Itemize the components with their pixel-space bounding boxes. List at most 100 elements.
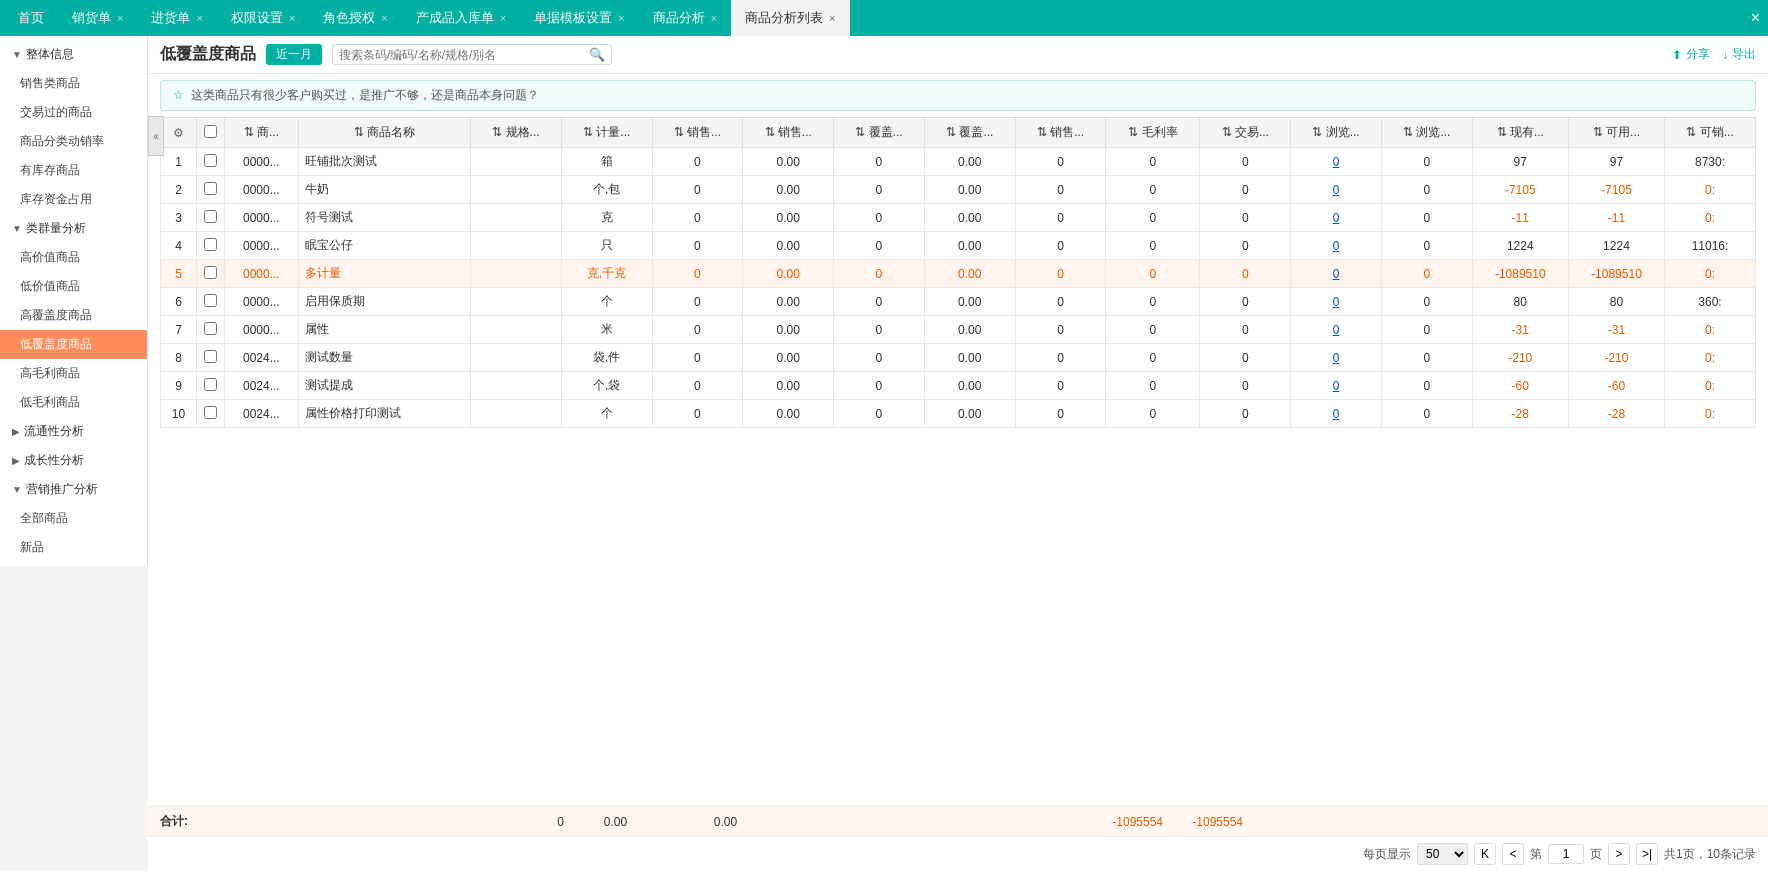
cell-check[interactable]: [197, 176, 225, 204]
cell-check[interactable]: [197, 204, 225, 232]
period-button[interactable]: 近一月: [266, 44, 322, 65]
th-check[interactable]: [197, 118, 225, 148]
row-checkbox[interactable]: [204, 266, 217, 279]
sort-b2-icon[interactable]: ⇅: [1403, 125, 1413, 139]
cell-br1[interactable]: 0: [1291, 232, 1382, 260]
nav-tab-product-in[interactable]: 产成品入库单 ×: [402, 0, 520, 36]
nav-tab-analysis[interactable]: 商品分析 ×: [639, 0, 731, 36]
cell-br1[interactable]: 0: [1291, 148, 1382, 176]
cell-br1[interactable]: 0: [1291, 204, 1382, 232]
row-checkbox[interactable]: [204, 406, 217, 419]
row-checkbox[interactable]: [204, 378, 217, 391]
settings-icon[interactable]: ⚙: [173, 126, 184, 140]
close-template-icon[interactable]: ×: [618, 12, 624, 24]
sidebar-section-marketing[interactable]: ▼ 营销推广分析: [0, 475, 147, 504]
cell-check[interactable]: [197, 316, 225, 344]
sidebar-item-high-coverage[interactable]: 高覆盖度商品: [0, 301, 147, 330]
page-size-select[interactable]: 50 20 100: [1417, 843, 1468, 865]
cell-check[interactable]: [197, 232, 225, 260]
row-checkbox[interactable]: [204, 238, 217, 251]
sort-unit-icon[interactable]: ⇅: [583, 125, 593, 139]
sort-b1-icon[interactable]: ⇅: [1312, 125, 1322, 139]
cell-br1[interactable]: 0: [1291, 400, 1382, 428]
sidebar-item-capital[interactable]: 库存资金占用: [0, 185, 147, 214]
sort-sa-icon[interactable]: ⇅: [765, 125, 775, 139]
sidebar-item-low-value[interactable]: 低价值商品: [0, 272, 147, 301]
nav-tab-permissions[interactable]: 权限设置 ×: [217, 0, 309, 36]
export-button[interactable]: ↓ 导出: [1722, 46, 1756, 63]
sidebar-item-category-rate[interactable]: 商品分类动销率: [0, 127, 147, 156]
sort-cur-icon[interactable]: ⇅: [1497, 125, 1507, 139]
sort-code-icon[interactable]: ⇅: [244, 125, 254, 139]
cell-check[interactable]: [197, 288, 225, 316]
close-analysis-list-icon[interactable]: ×: [829, 12, 835, 24]
check-all[interactable]: [204, 125, 217, 138]
close-permissions-icon[interactable]: ×: [289, 12, 295, 24]
cell-check[interactable]: [197, 148, 225, 176]
close-analysis-icon[interactable]: ×: [711, 12, 717, 24]
cell-br1[interactable]: 0: [1291, 344, 1382, 372]
row-checkbox[interactable]: [204, 322, 217, 335]
sidebar-item-all-goods[interactable]: 全部商品: [0, 504, 147, 533]
row-checkbox[interactable]: [204, 350, 217, 363]
page-number-input[interactable]: [1548, 844, 1584, 864]
row-checkbox[interactable]: [204, 182, 217, 195]
sort-sl-icon[interactable]: ⇅: [1686, 125, 1696, 139]
prev-page-button[interactable]: <: [1502, 843, 1524, 865]
sort-name-icon[interactable]: ⇅: [354, 125, 364, 139]
sidebar-item-traded-goods[interactable]: 交易过的商品: [0, 98, 147, 127]
last-page-button[interactable]: >|: [1636, 843, 1658, 865]
cell-check[interactable]: [197, 400, 225, 428]
share-button[interactable]: ⬆ 分享: [1672, 46, 1710, 63]
sidebar-collapse-button[interactable]: «: [148, 116, 164, 156]
sidebar-item-stock-goods[interactable]: 有库存商品: [0, 156, 147, 185]
nav-tab-template[interactable]: 单据模板设置 ×: [520, 0, 638, 36]
cell-br1[interactable]: 0: [1291, 176, 1382, 204]
sort-av-icon[interactable]: ⇅: [1593, 125, 1603, 139]
first-page-button[interactable]: K: [1474, 843, 1496, 865]
sidebar-item-high-profit[interactable]: 高毛利商品: [0, 359, 147, 388]
cell-check[interactable]: [197, 344, 225, 372]
cell-br1[interactable]: 0: [1291, 260, 1382, 288]
sidebar-item-low-profit[interactable]: 低毛利商品: [0, 388, 147, 417]
close-sales-icon[interactable]: ×: [117, 12, 123, 24]
row-checkbox[interactable]: [204, 294, 217, 307]
sort-sq-icon[interactable]: ⇅: [674, 125, 684, 139]
cell-br1[interactable]: 0: [1291, 316, 1382, 344]
search-input[interactable]: [339, 48, 589, 62]
cell-available: -1089510: [1568, 260, 1664, 288]
sort-s3-icon[interactable]: ⇅: [1037, 125, 1047, 139]
sidebar-item-new-goods[interactable]: 新品: [0, 533, 147, 562]
th-settings[interactable]: ⚙: [161, 118, 197, 148]
sidebar-section-liquidity[interactable]: ▶ 流通性分析: [0, 417, 147, 446]
cell-check[interactable]: [197, 260, 225, 288]
cell-br1[interactable]: 0: [1291, 372, 1382, 400]
cell-check[interactable]: [197, 372, 225, 400]
nav-tab-analysis-list[interactable]: 商品分析列表 ×: [731, 0, 849, 36]
sort-spec-icon[interactable]: ⇅: [492, 125, 502, 139]
sidebar-section-growth[interactable]: ▶ 成长性分析: [0, 446, 147, 475]
close-product-in-icon[interactable]: ×: [500, 12, 506, 24]
sort-gr-icon[interactable]: ⇅: [1128, 125, 1138, 139]
sidebar-item-sales-goods[interactable]: 销售类商品: [0, 69, 147, 98]
nav-tab-sales[interactable]: 销货单 ×: [58, 0, 137, 36]
row-checkbox[interactable]: [204, 210, 217, 223]
sidebar-item-high-value[interactable]: 高价值商品: [0, 243, 147, 272]
sidebar-section-overall[interactable]: ▼ 整体信息: [0, 40, 147, 69]
search-icon[interactable]: 🔍: [589, 47, 605, 62]
close-roles-icon[interactable]: ×: [381, 12, 387, 24]
nav-tab-home[interactable]: 首页: [4, 0, 58, 36]
row-checkbox[interactable]: [204, 154, 217, 167]
sort-c1-icon[interactable]: ⇅: [855, 125, 865, 139]
table-row: 2 0000... 牛奶 个,包 0 0.00 0 0.00 0 0 0 0 0…: [161, 176, 1756, 204]
sidebar-item-low-coverage[interactable]: 低覆盖度商品: [0, 330, 147, 359]
nav-tab-roles[interactable]: 角色授权 ×: [309, 0, 401, 36]
close-purchase-icon[interactable]: ×: [196, 12, 202, 24]
sort-c2-icon[interactable]: ⇅: [946, 125, 956, 139]
cell-br1[interactable]: 0: [1291, 288, 1382, 316]
nav-tab-purchase[interactable]: 进货单 ×: [137, 0, 216, 36]
sort-tr-icon[interactable]: ⇅: [1222, 125, 1232, 139]
close-all-button[interactable]: ×: [1751, 9, 1760, 27]
next-page-button[interactable]: >: [1608, 843, 1630, 865]
sidebar-section-cluster[interactable]: ▼ 类群量分析: [0, 214, 147, 243]
